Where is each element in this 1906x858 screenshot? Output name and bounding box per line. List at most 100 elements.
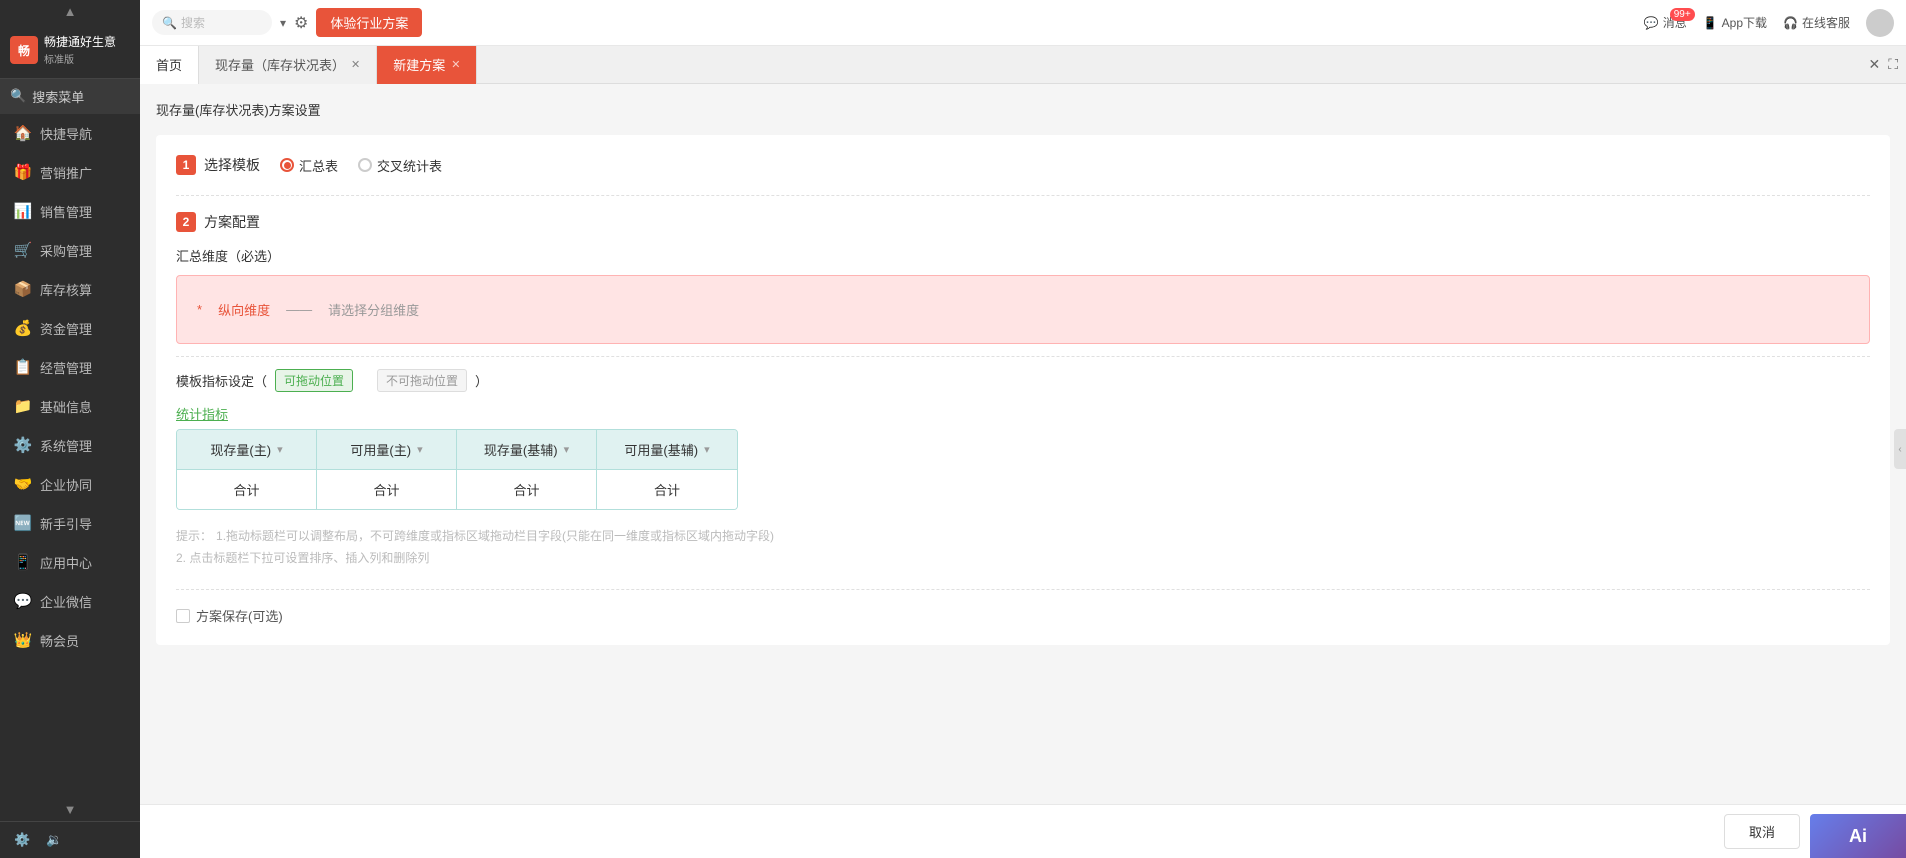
col1-label: 现存量(主) — [210, 440, 271, 459]
tab-home[interactable]: 首页 — [140, 46, 199, 84]
sidebar-logo: 畅 畅捷通好生意 标准版 — [0, 23, 140, 79]
indicator-setting-label: 模板指标设定（ — [176, 371, 267, 390]
col4-label: 可用量(基辅) — [624, 440, 698, 459]
cancel-button[interactable]: 取消 — [1724, 814, 1800, 849]
save-option: 方案保存(可选) — [176, 606, 1870, 625]
app-logo-icon: 畅 — [10, 36, 38, 64]
speaker-icon[interactable]: 🔉 — [46, 832, 62, 848]
radio-summary-label: 汇总表 — [299, 156, 338, 175]
tab-close-icon[interactable]: ✕ — [1868, 56, 1880, 73]
section1-num: 1 — [176, 155, 196, 175]
content-area: 现存量(库存状况表)方案设置 1 选择模板 汇总表 交叉统计表 — [140, 84, 1906, 804]
stats-col-3[interactable]: 现存量(基辅) ▾ — [457, 430, 597, 469]
topbar-message[interactable]: 💬 消息 99+ — [1644, 14, 1687, 31]
shortcut-icon: 🏠 — [14, 124, 32, 142]
sidebar-scroll-down[interactable]: ▼ — [0, 798, 140, 821]
nav-label: 经营管理 — [40, 358, 92, 377]
page-title: 现存量(库存状况表)方案设置 — [156, 100, 1890, 119]
search-label: 搜索菜单 — [32, 87, 84, 106]
system-icon: ⚙️ — [14, 436, 32, 454]
nav-label: 资金管理 — [40, 319, 92, 338]
industry-btn[interactable]: 体验行业方案 — [316, 8, 422, 37]
nav-label: 新手引导 — [40, 514, 92, 533]
stats-table: 现存量(主) ▾ 可用量(主) ▾ 现存量(基辅) ▾ — [176, 429, 738, 510]
section1-title: 选择模板 — [204, 155, 260, 175]
phone-icon: 📱 — [1703, 16, 1718, 30]
topbar: 🔍 搜索 ▾ ⚙ 体验行业方案 💬 消息 99+ 📱 App下载 🎧 在线客服 — [140, 0, 1906, 46]
sidebar-item-purchase[interactable]: 🛒 采购管理 — [0, 231, 140, 270]
sidebar-item-system[interactable]: ⚙️ 系统管理 — [0, 426, 140, 465]
tip-title: 提示： — [176, 526, 212, 548]
section-template-select: 1 选择模板 汇总表 交叉统计表 — [176, 155, 1870, 175]
sidebar-scroll-up[interactable]: ▲ — [0, 0, 140, 23]
app-version: 标准版 — [44, 51, 116, 66]
summary-dim-container: 汇总维度（必选） * 纵向维度 —— 请选择分组维度 — [176, 246, 1870, 344]
app-name: 畅捷通好生意 — [44, 35, 116, 51]
enterprise-icon: 🤝 — [14, 475, 32, 493]
topbar-gear-icon[interactable]: ⚙ — [294, 13, 308, 33]
radio-summary[interactable]: 汇总表 — [280, 156, 338, 175]
stats-data-row: 合计 合计 合计 合计 — [177, 469, 737, 509]
ai-button[interactable]: Ai — [1810, 814, 1906, 858]
sidebar-item-finance[interactable]: 💰 资金管理 — [0, 309, 140, 348]
dim-box: * 纵向维度 —— 请选择分组维度 — [176, 275, 1870, 344]
divider-3 — [176, 589, 1870, 590]
nav-label: 快捷导航 — [40, 124, 92, 143]
settings-icon[interactable]: ⚙️ — [14, 832, 30, 848]
radio-cross[interactable]: 交叉统计表 — [358, 156, 442, 175]
topbar-dropdown-arrow[interactable]: ▾ — [280, 16, 286, 30]
tab-new-plan[interactable]: 新建方案 ✕ — [377, 46, 477, 84]
template-radio-group: 汇总表 交叉统计表 — [280, 156, 442, 175]
sidebar-item-member[interactable]: 👑 畅会员 — [0, 621, 140, 660]
sidebar-item-newguide[interactable]: 🆕 新手引导 — [0, 504, 140, 543]
tabbar: 首页 现存量（库存状况表） ✕ 新建方案 ✕ ✕ ⛶ — [140, 46, 1906, 84]
sidebar: ▲ 畅 畅捷通好生意 标准版 🔍 搜索菜单 🏠 快捷导航 🎁 营销推广 📊 销售… — [0, 0, 140, 858]
sidebar-item-basic[interactable]: 📁 基础信息 — [0, 387, 140, 426]
dim-placeholder[interactable]: 请选择分组维度 — [328, 300, 419, 319]
marketing-icon: 🎁 — [14, 163, 32, 181]
purchase-icon: 🛒 — [14, 241, 32, 259]
sidebar-item-shortcut[interactable]: 🏠 快捷导航 — [0, 114, 140, 153]
tip-item-1: 提示： 1.拖动标题栏可以调整布局，不可跨维度或指标区域拖动栏目字段(只能在同一… — [176, 526, 1870, 548]
topbar-search-box[interactable]: 🔍 搜索 — [152, 10, 272, 35]
nav-label: 应用中心 — [40, 553, 92, 572]
dim-field-label: 纵向维度 — [218, 300, 270, 319]
topbar-right: 💬 消息 99+ 📱 App下载 🎧 在线客服 — [1644, 9, 1894, 37]
new-plan-tab-close[interactable]: ✕ — [451, 58, 460, 71]
stats-header-row: 现存量(主) ▾ 可用量(主) ▾ 现存量(基辅) ▾ — [177, 430, 737, 469]
col3-label: 现存量(基辅) — [484, 440, 558, 459]
sidebar-item-appcenter[interactable]: 📱 应用中心 — [0, 543, 140, 582]
tab-inventory-status[interactable]: 现存量（库存状况表） ✕ — [199, 46, 377, 84]
app-download-label: App下载 — [1722, 14, 1767, 31]
sales-icon: 📊 — [14, 202, 32, 220]
sidebar-item-wechat[interactable]: 💬 企业微信 — [0, 582, 140, 621]
sidebar-item-marketing[interactable]: 🎁 营销推广 — [0, 153, 140, 192]
dim-required-mark: * — [197, 302, 202, 317]
section1-header: 1 选择模板 汇总表 交叉统计表 — [176, 155, 1870, 175]
sidebar-item-sales[interactable]: 📊 销售管理 — [0, 192, 140, 231]
inventory-tab-close[interactable]: ✕ — [351, 58, 360, 71]
inventory-tab-label: 现存量（库存状况表） — [215, 55, 345, 74]
sidebar-search[interactable]: 🔍 搜索菜单 — [0, 79, 140, 114]
user-avatar[interactable] — [1866, 9, 1894, 37]
topbar-online-service[interactable]: 🎧 在线客服 — [1783, 14, 1850, 31]
home-tab-label: 首页 — [156, 55, 182, 74]
right-edge-handle[interactable]: ‹ — [1894, 429, 1906, 469]
sidebar-item-enterprise[interactable]: 🤝 企业协同 — [0, 465, 140, 504]
stats-col-1[interactable]: 现存量(主) ▾ — [177, 430, 317, 469]
stats-section: 统计指标 现存量(主) ▾ 可用量(主) ▾ — [176, 404, 1870, 510]
nav-label: 企业协同 — [40, 475, 92, 494]
stats-col-2[interactable]: 可用量(主) ▾ — [317, 430, 457, 469]
topbar-app-download[interactable]: 📱 App下载 — [1703, 14, 1767, 31]
headset-icon: 🎧 — [1783, 16, 1798, 30]
tab-expand-icon[interactable]: ⛶ — [1888, 56, 1898, 73]
radio-cross-label: 交叉统计表 — [377, 156, 442, 175]
data-cell-3: 合计 — [457, 470, 597, 509]
section-plan-config: 2 方案配置 汇总维度（必选） * 纵向维度 —— 请选择分组维度 — [176, 212, 1870, 569]
divider-2 — [176, 356, 1870, 357]
sidebar-item-inventory[interactable]: 📦 库存核算 — [0, 270, 140, 309]
data-cell-2: 合计 — [317, 470, 457, 509]
stats-col-4[interactable]: 可用量(基辅) ▾ — [597, 430, 737, 469]
sidebar-item-operations[interactable]: 📋 经营管理 — [0, 348, 140, 387]
save-checkbox[interactable] — [176, 609, 190, 623]
